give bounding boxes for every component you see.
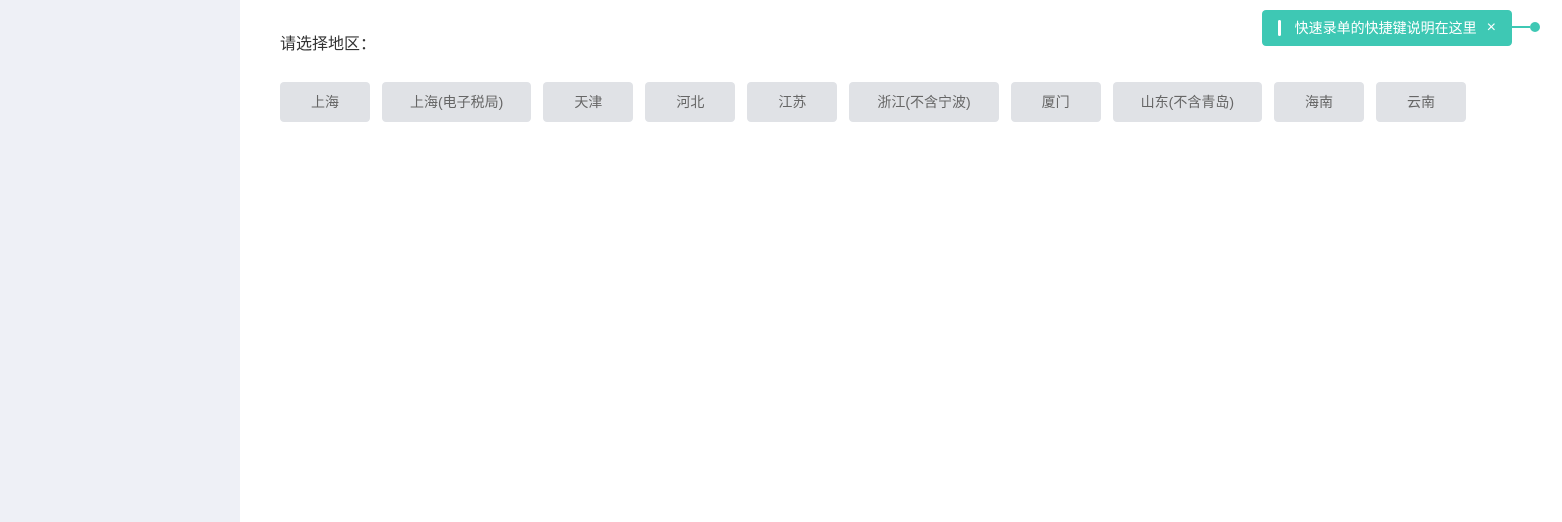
region-button-yunnan[interactable]: 云南	[1376, 82, 1466, 122]
region-button-shandong[interactable]: 山东(不含青岛)	[1113, 82, 1262, 122]
tooltip-banner: 快速录单的快捷键说明在这里 ×	[1262, 10, 1512, 46]
tooltip-dot	[1530, 22, 1540, 32]
region-button-zhejiang[interactable]: 浙江(不含宁波)	[849, 82, 998, 122]
main-content: 请选择地区： 上海上海(电子税局)天津河北江苏浙江(不含宁波)厦门山东(不含青岛…	[240, 0, 1562, 522]
region-button-hebei[interactable]: 河北	[645, 82, 735, 122]
region-button-tianjin[interactable]: 天津	[543, 82, 633, 122]
tooltip-line	[1512, 26, 1530, 28]
region-button-shanghai-etax[interactable]: 上海(电子税局)	[382, 82, 531, 122]
region-grid: 上海上海(电子税局) 天津河北江苏浙江(不含宁波) 厦门山东(不含青岛) 海南云南	[280, 82, 1522, 122]
region-button-jiangsu[interactable]: 江苏	[747, 82, 837, 122]
tooltip-text: 快速录单的快捷键说明在这里	[1295, 18, 1477, 38]
region-button-xiamen[interactable]: 厦门	[1011, 82, 1101, 122]
tooltip-close-button[interactable]: ×	[1487, 20, 1496, 36]
region-button-hainan[interactable]: 海南	[1274, 82, 1364, 122]
left-sidebar	[0, 0, 240, 522]
region-button-shanghai[interactable]: 上海	[280, 82, 370, 122]
